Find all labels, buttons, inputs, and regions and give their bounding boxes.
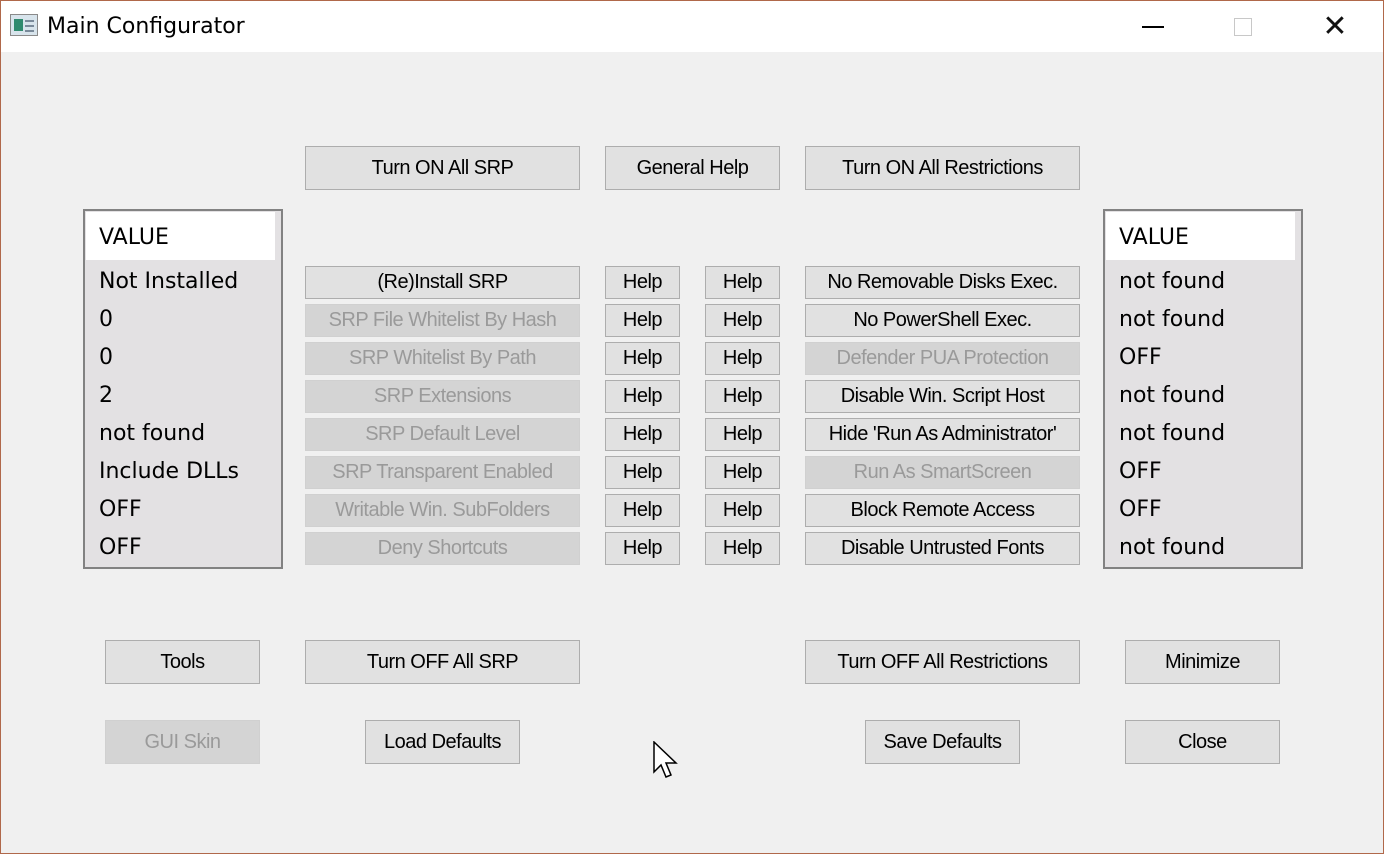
gui-skin-button[interactable]: GUI Skin [105, 720, 260, 764]
restriction-value-item: not found [1119, 307, 1226, 332]
restriction-value-item: not found [1119, 269, 1226, 294]
restriction-help-button[interactable]: Help [705, 304, 780, 337]
srp-value-item: 0 [99, 307, 113, 332]
srp-help-button[interactable]: Help [605, 418, 680, 451]
window-close-button[interactable]: ✕ [1289, 1, 1381, 52]
srp-help-button[interactable]: Help [605, 532, 680, 565]
title-bar[interactable]: Main Configurator ✕ [1, 1, 1383, 52]
srp-value-item: Not Installed [99, 269, 239, 294]
turn-off-all-restrictions-button[interactable]: Turn OFF All Restrictions [805, 640, 1080, 684]
restriction-value-item: not found [1119, 383, 1226, 408]
writable-win-subfolders-button[interactable]: Writable Win. SubFolders [305, 494, 580, 527]
restriction-help-button[interactable]: Help [705, 532, 780, 565]
close-icon: ✕ [1322, 8, 1348, 44]
srp-values-list[interactable]: VALUE Not Installed 0 0 2 not found Incl… [83, 209, 283, 569]
srp-help-button[interactable]: Help [605, 304, 680, 337]
restriction-values-list[interactable]: VALUE not found not found OFF not found … [1103, 209, 1303, 569]
restriction-help-button[interactable]: Help [705, 456, 780, 489]
window-minimize-button[interactable] [1107, 1, 1199, 52]
restriction-values-header: VALUE [1119, 225, 1189, 250]
srp-default-level-button[interactable]: SRP Default Level [305, 418, 580, 451]
restriction-help-button[interactable]: Help [705, 266, 780, 299]
main-configurator-window: Main Configurator ✕ Turn ON All SRP Gene… [0, 0, 1384, 854]
srp-values-header: VALUE [99, 225, 169, 250]
no-powershell-exec-button[interactable]: No PowerShell Exec. [805, 304, 1080, 337]
restriction-value-item: not found [1119, 421, 1226, 446]
maximize-icon [1234, 17, 1252, 36]
restriction-value-item: not found [1119, 535, 1226, 560]
load-defaults-button[interactable]: Load Defaults [365, 720, 520, 764]
defender-pua-protection-button[interactable]: Defender PUA Protection [805, 342, 1080, 375]
close-button[interactable]: Close [1125, 720, 1280, 764]
app-icon [10, 14, 38, 36]
deny-shortcuts-button[interactable]: Deny Shortcuts [305, 532, 580, 565]
mouse-cursor-icon [653, 741, 678, 778]
reinstall-srp-button[interactable]: (Re)Install SRP [305, 266, 580, 299]
minimize-icon [1142, 25, 1164, 28]
run-as-smartscreen-button[interactable]: Run As SmartScreen [805, 456, 1080, 489]
srp-help-button[interactable]: Help [605, 380, 680, 413]
srp-value-item: not found [99, 421, 206, 446]
general-help-button[interactable]: General Help [605, 146, 780, 190]
restriction-help-button[interactable]: Help [705, 494, 780, 527]
restriction-value-item: OFF [1119, 497, 1162, 522]
srp-help-button[interactable]: Help [605, 266, 680, 299]
disable-untrusted-fonts-button[interactable]: Disable Untrusted Fonts [805, 532, 1080, 565]
block-remote-access-button[interactable]: Block Remote Access [805, 494, 1080, 527]
srp-whitelist-by-path-button[interactable]: SRP Whitelist By Path [305, 342, 580, 375]
srp-transparent-enabled-button[interactable]: SRP Transparent Enabled [305, 456, 580, 489]
restriction-value-item: OFF [1119, 459, 1162, 484]
srp-value-item: Include DLLs [99, 459, 239, 484]
tools-button[interactable]: Tools [105, 640, 260, 684]
restriction-value-item: OFF [1119, 345, 1162, 370]
srp-value-item: OFF [99, 497, 142, 522]
restriction-help-button[interactable]: Help [705, 418, 780, 451]
save-defaults-button[interactable]: Save Defaults [865, 720, 1020, 764]
srp-file-whitelist-by-hash-button[interactable]: SRP File Whitelist By Hash [305, 304, 580, 337]
window-maximize-button[interactable] [1197, 1, 1289, 52]
restriction-help-button[interactable]: Help [705, 342, 780, 375]
window-title: Main Configurator [47, 14, 245, 39]
srp-value-item: OFF [99, 535, 142, 560]
turn-off-all-srp-button[interactable]: Turn OFF All SRP [305, 640, 580, 684]
hide-run-as-administrator-button[interactable]: Hide 'Run As Administrator' [805, 418, 1080, 451]
srp-help-button[interactable]: Help [605, 456, 680, 489]
no-removable-disks-exec-button[interactable]: No Removable Disks Exec. [805, 266, 1080, 299]
restriction-help-button[interactable]: Help [705, 380, 780, 413]
srp-extensions-button[interactable]: SRP Extensions [305, 380, 580, 413]
srp-value-item: 2 [99, 383, 113, 408]
srp-help-button[interactable]: Help [605, 494, 680, 527]
minimize-button[interactable]: Minimize [1125, 640, 1280, 684]
disable-win-script-host-button[interactable]: Disable Win. Script Host [805, 380, 1080, 413]
turn-on-all-srp-button[interactable]: Turn ON All SRP [305, 146, 580, 190]
srp-value-item: 0 [99, 345, 113, 370]
srp-help-button[interactable]: Help [605, 342, 680, 375]
turn-on-all-restrictions-button[interactable]: Turn ON All Restrictions [805, 146, 1080, 190]
